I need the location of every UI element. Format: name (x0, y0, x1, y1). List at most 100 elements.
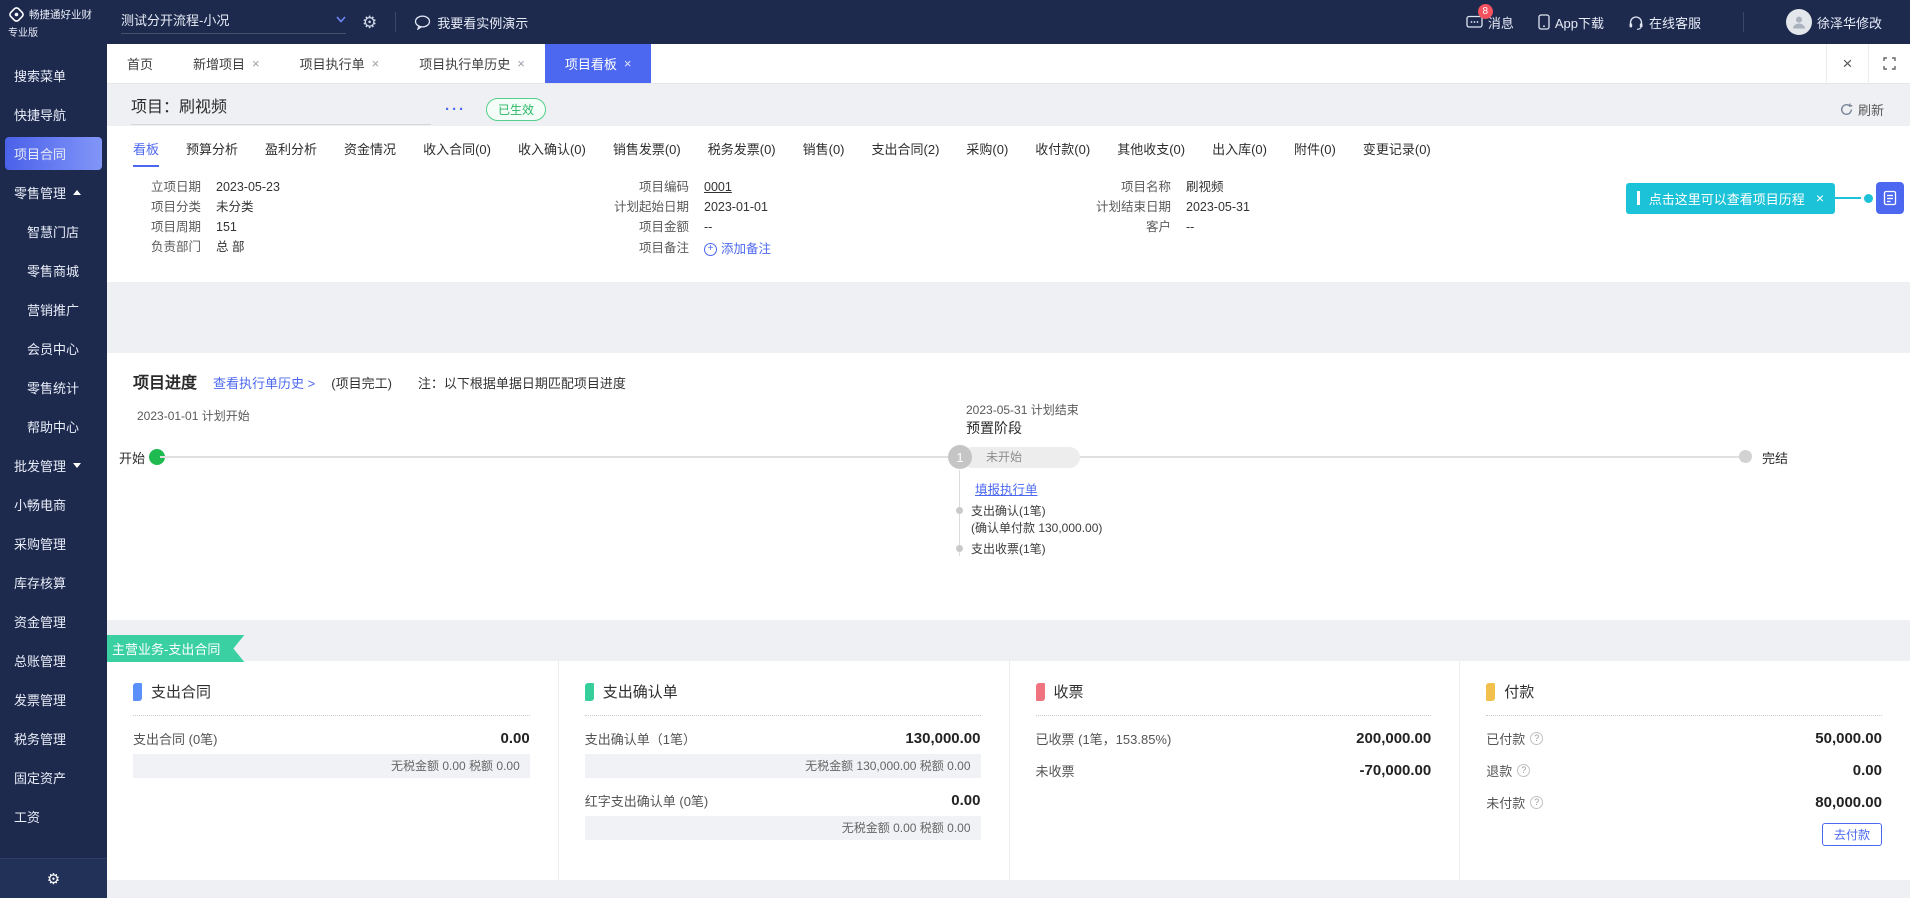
sidebar-item-search-menu[interactable]: 搜索菜单 (0, 56, 107, 95)
tab-payments[interactable]: 收付款(0) (1035, 139, 1090, 167)
field-label: 负责部门 (150, 240, 201, 254)
help-icon[interactable] (1517, 764, 1531, 777)
sidebar-item-marketing[interactable]: 营销推广 (0, 290, 107, 329)
tab-income-confirm[interactable]: 收入确认(0) (518, 139, 586, 167)
tab-label: 新增项目 (193, 57, 246, 72)
tab-change-log[interactable]: 变更记录(0) (1363, 139, 1431, 167)
topbar: 畅捷通好业财 专业版 测试分开流程-小况 ⚙ 我要看实例演示 消息 8 App下… (0, 0, 1910, 44)
sidebar-item-xiaochang-ecom[interactable]: 小畅电商 (0, 485, 107, 524)
card-header: 收票 (1035, 681, 1432, 716)
refresh-button[interactable]: 刷新 (1840, 100, 1884, 119)
close-icon[interactable]: × (252, 56, 260, 71)
chevron-down-icon (336, 16, 346, 23)
sidebar-item-inventory-accounting[interactable]: 库存核算 (0, 563, 107, 602)
tax-strip: 无税金额 0.00 税额 0.00 (584, 816, 981, 840)
sidebar-item-tax-mgmt[interactable]: 税务管理 (0, 719, 107, 758)
speech-bubble-icon (414, 14, 431, 30)
add-note-link[interactable]: 添加备注 (704, 241, 772, 256)
info-row: 项目周期 151 (137, 221, 280, 241)
fullscreen-button[interactable] (1868, 44, 1910, 83)
sidebar-item-wholesale-mgmt[interactable]: 批发管理 (0, 446, 107, 485)
close-icon[interactable]: × (372, 56, 380, 71)
tab-board[interactable]: 看板 (133, 139, 160, 167)
sidebar-item-quick-nav[interactable]: 快捷导航 (0, 95, 107, 134)
tab-sales[interactable]: 销售(0) (803, 139, 845, 167)
online-service-button[interactable]: 在线客服 (1628, 13, 1701, 32)
sidebar-item-label: 搜索菜单 (14, 69, 67, 84)
tab-expense-contract[interactable]: 支出合同(2) (872, 139, 940, 167)
sidebar-item-label: 帮助中心 (27, 420, 80, 435)
help-icon[interactable] (1530, 732, 1544, 745)
demo-link[interactable]: 我要看实例演示 (414, 13, 528, 32)
tab-project-order[interactable]: 项目执行单 × (280, 44, 400, 83)
timeline-event-3: 支出收票(1笔) (971, 542, 1046, 556)
window-tabbar: 首页 新增项目 × 项目执行单 × 项目执行单历史 × 项目看板 × × (107, 44, 1910, 84)
tab-budget-analysis[interactable]: 预算分析 (186, 139, 238, 167)
close-all-tabs-button[interactable]: × (1826, 44, 1868, 83)
tab-tax-invoice[interactable]: 税务发票(0) (708, 139, 776, 167)
tab-label: 项目看板 (564, 57, 617, 72)
card-header: 支出确认单 (584, 681, 981, 716)
tab-project-order-history[interactable]: 项目执行单历史 × (399, 44, 545, 83)
project-code-link[interactable]: 0001 (704, 180, 732, 194)
sidebar-item-invoice-mgmt[interactable]: 发票管理 (0, 680, 107, 719)
info-row: 项目备注 添加备注 (589, 241, 771, 263)
app-logo: 畅捷通好业财 专业版 (0, 2, 107, 42)
sidebar-item-purchase-mgmt[interactable]: 采购管理 (0, 524, 107, 563)
app-name: 畅捷通好业财 (29, 9, 92, 21)
sidebar-item-retail-mall[interactable]: 零售商城 (0, 251, 107, 290)
headset-icon (1628, 15, 1644, 30)
sidebar-item-help-center[interactable]: 帮助中心 (0, 407, 107, 446)
row-value: 0.00 (1852, 762, 1882, 779)
go-pay-button[interactable]: 去付款 (1821, 823, 1882, 846)
fill-order-link[interactable]: 填报执行单 (975, 479, 1038, 498)
tab-income-contract[interactable]: 收入合同(0) (423, 139, 491, 167)
user-menu[interactable]: 徐泽华修改 (1785, 9, 1882, 35)
main-content: 项目： 刷视频 ··· 已生效 刷新 看板 预算分析 盈利分析 资金情况 收入合… (95, 84, 1910, 898)
close-icon[interactable]: × (1816, 190, 1824, 206)
project-history-button[interactable] (1876, 182, 1904, 214)
sidebar-item-retail-mgmt[interactable]: 零售管理 (0, 173, 107, 212)
help-icon[interactable] (1530, 796, 1544, 809)
field-label: 项目分类 (150, 200, 201, 214)
sidebar-item-member-center[interactable]: 会员中心 (0, 329, 107, 368)
sidebar-item-fund-mgmt[interactable]: 资金管理 (0, 602, 107, 641)
tab-profit-analysis[interactable]: 盈利分析 (265, 139, 317, 167)
gear-icon[interactable]: ⚙ (362, 14, 377, 31)
close-icon[interactable]: × (517, 56, 525, 71)
sidebar-item-label: 零售统计 (27, 381, 80, 396)
add-note-label: 添加备注 (721, 241, 772, 256)
tab-fund-status[interactable]: 资金情况 (344, 139, 396, 167)
tab-stock-in-out[interactable]: 出入库(0) (1212, 139, 1267, 167)
tab-other-income-expense[interactable]: 其他收支(0) (1117, 139, 1185, 167)
app-download-button[interactable]: App下载 (1538, 13, 1604, 32)
sidebar-item-payroll[interactable]: 工资 (0, 797, 107, 836)
sidebar-item-smart-store[interactable]: 智慧门店 (0, 212, 107, 251)
close-icon[interactable]: × (624, 56, 632, 71)
tab-new-project[interactable]: 新增项目 × (173, 44, 280, 83)
sidebar-item-fixed-assets[interactable]: 固定资产 (0, 758, 107, 797)
card-marker (584, 682, 594, 701)
sidebar-item-general-ledger[interactable]: 总账管理 (0, 641, 107, 680)
ribbon-label: 主营业务-支出合同 (112, 642, 221, 657)
workspace-selector[interactable]: 测试分开流程-小况 (121, 10, 346, 34)
sidebar-item-project-contract[interactable]: 项目合同 (5, 137, 102, 170)
field-label: 项目周期 (150, 220, 201, 234)
project-progress-card: 项目进度 查看执行单历史 > (项目完工) 注：以下根据单据日期匹配项目进度 2… (107, 353, 1910, 620)
sidebar-settings-button[interactable]: ⚙ (0, 858, 107, 898)
tab-sales-invoice[interactable]: 销售发票(0) (613, 139, 681, 167)
history-tooltip: 点击这里可以查看项目历程 × (1625, 182, 1835, 214)
project-title[interactable]: 项目： 刷视频 (131, 93, 431, 125)
tab-purchase[interactable]: 采购(0) (966, 139, 1008, 167)
messages-button[interactable]: 消息 8 (1466, 3, 1514, 32)
row-value: 0.00 (500, 730, 530, 747)
more-options-icon[interactable]: ··· (445, 101, 466, 118)
app-edition: 专业版 (8, 28, 38, 39)
tab-home[interactable]: 首页 (107, 44, 173, 83)
topbar-divider (395, 12, 397, 32)
sidebar-item-retail-stats[interactable]: 零售统计 (0, 368, 107, 407)
timeline-event-1: 支出确认(1笔) (971, 504, 1046, 518)
tab-attachments[interactable]: 附件(0) (1294, 139, 1336, 167)
tab-project-board[interactable]: 项目看板 × (544, 44, 652, 83)
logo-icon (8, 6, 25, 23)
